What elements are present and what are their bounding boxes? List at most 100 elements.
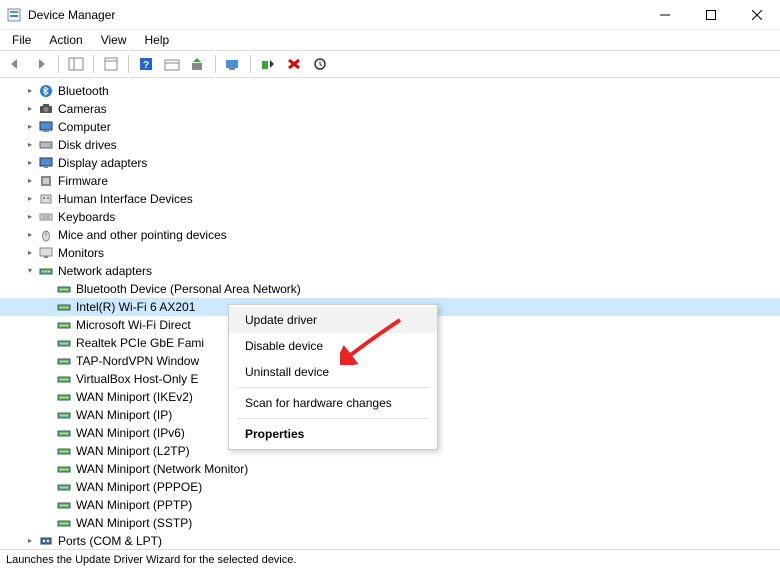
statusbar-text: Launches the Update Driver Wizard for th… <box>6 554 296 566</box>
tree-device-label: WAN Miniport (SSTP) <box>76 514 192 532</box>
window-title: Device Manager <box>28 8 642 22</box>
camera-icon <box>38 101 54 117</box>
scan-hardware-button[interactable] <box>222 53 244 75</box>
tree-category[interactable]: ▸ Cameras <box>0 100 780 118</box>
context-disable-device[interactable]: Disable device <box>229 333 437 359</box>
tree-device-label: WAN Miniport (PPTP) <box>76 496 192 514</box>
chevron-right-icon[interactable]: ▸ <box>22 83 38 99</box>
network-icon <box>38 263 54 279</box>
maximize-button[interactable] <box>688 0 734 30</box>
chevron-right-icon[interactable]: ▸ <box>22 191 38 207</box>
menu-help[interactable]: Help <box>137 31 178 49</box>
network-icon <box>56 497 72 513</box>
network-icon <box>56 425 72 441</box>
tree-category-label: Cameras <box>58 100 107 118</box>
chevron-right-icon[interactable]: ▸ <box>22 533 38 548</box>
tree-device-label: VirtualBox Host-Only E <box>76 370 199 388</box>
statusbar: Launches the Update Driver Wizard for th… <box>0 549 780 569</box>
computer-icon <box>38 119 54 135</box>
mouse-icon <box>38 227 54 243</box>
chevron-right-icon[interactable]: ▸ <box>22 137 38 153</box>
keyboard-icon <box>38 209 54 225</box>
network-icon <box>56 443 72 459</box>
tree-device-label: Microsoft Wi-Fi Direct <box>76 316 191 334</box>
properties-button[interactable] <box>100 53 122 75</box>
separator <box>250 55 251 73</box>
tree-category-label: Monitors <box>58 244 104 262</box>
tree-category[interactable]: ▸ Bluetooth <box>0 82 780 100</box>
chevron-right-icon[interactable]: ▸ <box>22 101 38 117</box>
tree-category[interactable]: ▸ Firmware <box>0 172 780 190</box>
tree-category-label: Bluetooth <box>58 82 109 100</box>
tree-category[interactable]: ▾Network adapters <box>0 262 780 280</box>
titlebar: Device Manager <box>0 0 780 30</box>
menu-view[interactable]: View <box>93 31 135 49</box>
window-controls <box>642 0 780 30</box>
hid-icon <box>38 191 54 207</box>
chevron-right-icon[interactable]: ▸ <box>22 227 38 243</box>
bluetooth-icon <box>38 83 54 99</box>
update-driver-button[interactable] <box>187 53 209 75</box>
tree-category-label: Firmware <box>58 172 108 190</box>
tree-device[interactable]: Bluetooth Device (Personal Area Network) <box>0 280 780 298</box>
tree-device-label: Realtek PCIe GbE Fami <box>76 334 204 352</box>
menu-action[interactable]: Action <box>41 31 90 49</box>
tree-device[interactable]: WAN Miniport (Network Monitor) <box>0 460 780 478</box>
tree-category-label: Human Interface Devices <box>58 190 193 208</box>
tree-category[interactable]: ▸Display adapters <box>0 154 780 172</box>
port-icon <box>38 533 54 548</box>
menu-file[interactable]: File <box>4 31 39 49</box>
tree-category-label: Ports (COM & LPT) <box>58 532 162 548</box>
separator <box>128 55 129 73</box>
network-icon <box>56 371 72 387</box>
tree-category[interactable]: ▸ Mice and other pointing devices <box>0 226 780 244</box>
help-button[interactable]: ? <box>135 53 157 75</box>
context-scan-hardware[interactable]: Scan for hardware changes <box>229 390 437 416</box>
tree-device[interactable]: WAN Miniport (PPPOE) <box>0 478 780 496</box>
context-update-driver[interactable]: Update driver <box>229 307 437 333</box>
chevron-right-icon[interactable]: ▸ <box>22 119 38 135</box>
action-button[interactable] <box>161 53 183 75</box>
tree-category-label: Mice and other pointing devices <box>58 226 227 244</box>
tree-category[interactable]: ▸ Human Interface Devices <box>0 190 780 208</box>
tree-device[interactable]: WAN Miniport (SSTP) <box>0 514 780 532</box>
scan-changes-button[interactable] <box>309 53 331 75</box>
tree-category[interactable]: ▸ Ports (COM & LPT) <box>0 532 780 548</box>
chevron-right-icon[interactable]: ▸ <box>22 173 38 189</box>
minimize-button[interactable] <box>642 0 688 30</box>
network-icon <box>56 353 72 369</box>
tree-device-label: WAN Miniport (IKEv2) <box>76 388 193 406</box>
tree-device-label: Bluetooth Device (Personal Area Network) <box>76 280 301 298</box>
tree-category-label: Keyboards <box>58 208 115 226</box>
network-icon <box>56 317 72 333</box>
context-menu: Update driver Disable device Uninstall d… <box>228 304 438 450</box>
tree-category[interactable]: ▸ Computer <box>0 118 780 136</box>
chevron-right-icon[interactable]: ▸ <box>22 155 38 171</box>
enable-device-button[interactable] <box>257 53 279 75</box>
network-icon <box>56 407 72 423</box>
tree-device[interactable]: WAN Miniport (PPTP) <box>0 496 780 514</box>
close-button[interactable] <box>734 0 780 30</box>
uninstall-device-button[interactable] <box>283 53 305 75</box>
tree-category[interactable]: ▸ Keyboards <box>0 208 780 226</box>
tree-category[interactable]: ▸ Disk drives <box>0 136 780 154</box>
context-uninstall-device[interactable]: Uninstall device <box>229 359 437 385</box>
tree-device-label: WAN Miniport (IPv6) <box>76 424 185 442</box>
back-button[interactable] <box>4 53 26 75</box>
tree-category-label: Computer <box>58 118 111 136</box>
separator <box>237 418 429 419</box>
tree-category[interactable]: ▸ Monitors <box>0 244 780 262</box>
chevron-down-icon[interactable]: ▾ <box>22 263 38 279</box>
forward-button[interactable] <box>30 53 52 75</box>
monitor-icon <box>38 245 54 261</box>
tree-category-label: Disk drives <box>58 136 117 154</box>
context-properties[interactable]: Properties <box>229 421 437 447</box>
display-icon <box>38 155 54 171</box>
show-hide-tree-button[interactable] <box>65 53 87 75</box>
tree-device-label: WAN Miniport (L2TP) <box>76 442 190 460</box>
separator <box>237 387 429 388</box>
chevron-right-icon[interactable]: ▸ <box>22 209 38 225</box>
separator <box>93 55 94 73</box>
tree-device-label: WAN Miniport (PPPOE) <box>76 478 202 496</box>
chevron-right-icon[interactable]: ▸ <box>22 245 38 261</box>
